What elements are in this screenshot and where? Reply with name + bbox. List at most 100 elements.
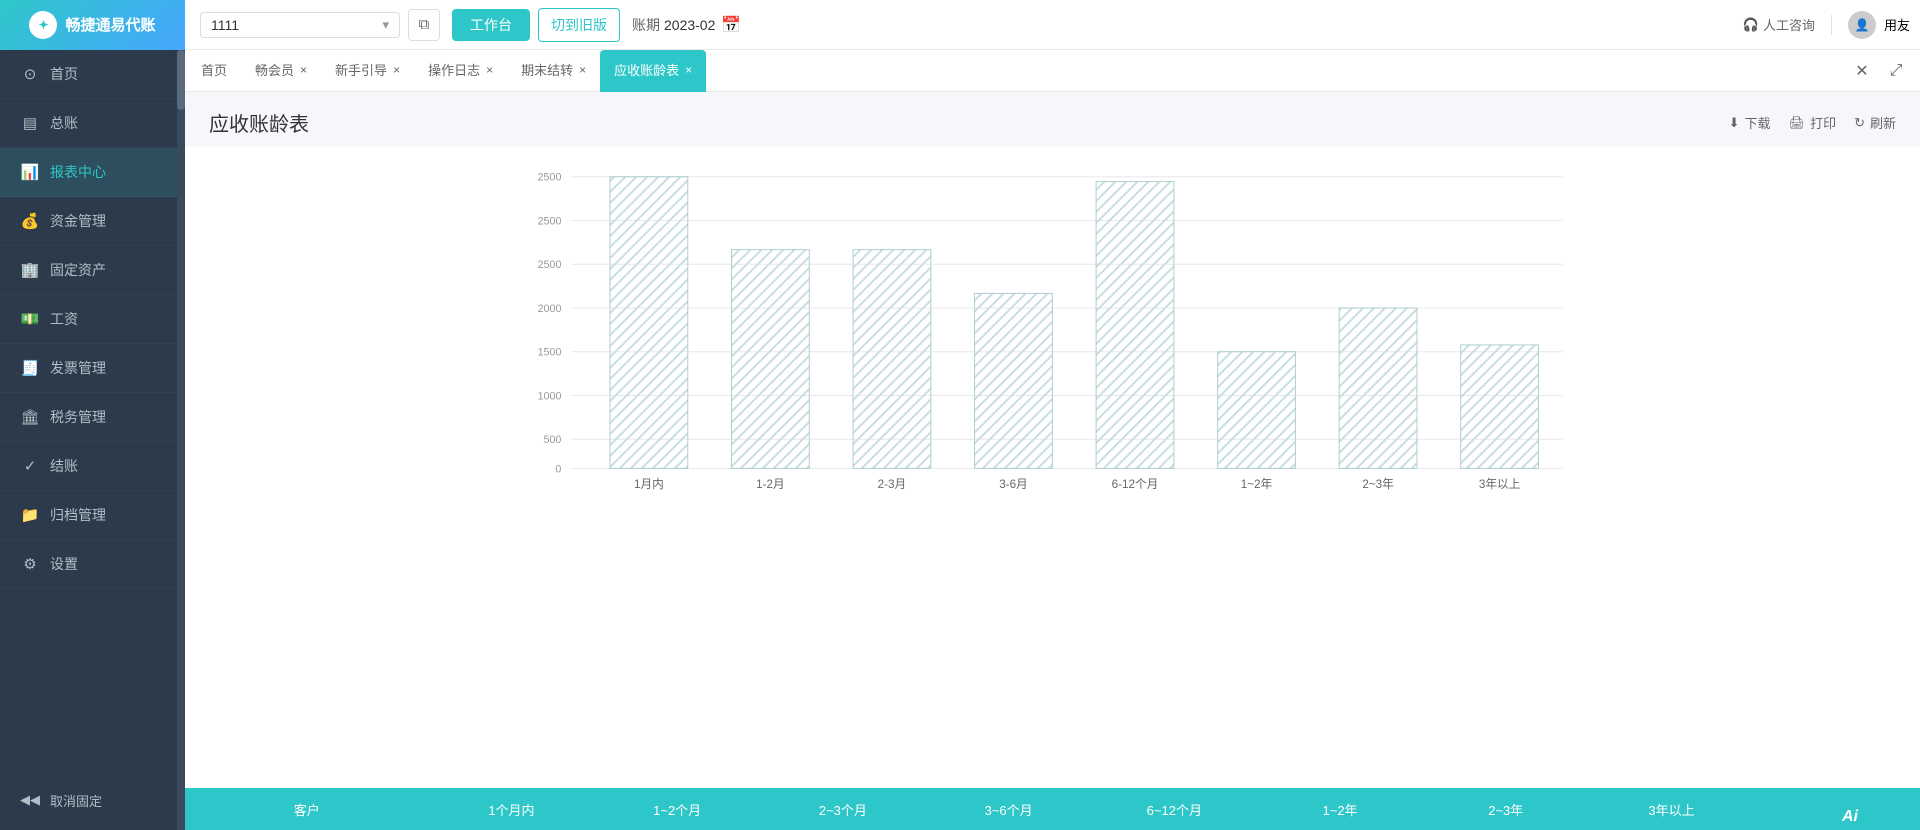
sidebar-item-checkout[interactable]: ✓ 结账 <box>0 442 185 491</box>
tab-close-oplog[interactable]: × <box>486 63 493 77</box>
chart-container: 2500 2500 2500 2000 1500 1000 500 0 <box>185 147 1920 788</box>
download-button[interactable]: ⬇ 下载 <box>1729 113 1771 132</box>
svg-text:2000: 2000 <box>538 303 562 315</box>
table-header-col-1: 1个月内 <box>429 800 595 819</box>
sidebar-label-checkout: 结账 <box>50 456 78 476</box>
sidebar-item-invoice[interactable]: 🧾 发票管理 <box>0 344 185 393</box>
sidebar-item-home[interactable]: ⊙ 首页 <box>0 50 185 99</box>
close-tab-button[interactable]: ✕ <box>1848 57 1876 85</box>
table-header-col-2: 1~2个月 <box>594 800 760 819</box>
tab-guide[interactable]: 新手引导 × <box>321 50 414 92</box>
sidebar-icon-archive: 📁 <box>20 505 40 525</box>
sidebar: ⊙ 首页 ▤ 总账 📊 报表中心 💰 资金管理 🏢 固定资产 💵 工资 🧾 发票… <box>0 50 185 830</box>
svg-text:0: 0 <box>555 463 561 475</box>
tab-close-aging[interactable]: × <box>685 63 692 77</box>
tab-label-aging: 应收账龄表 <box>614 60 679 79</box>
bar-6-12月 <box>1096 182 1174 469</box>
tab-close-guide[interactable]: × <box>393 63 400 77</box>
sidebar-scrollbar[interactable] <box>177 50 185 830</box>
tab-close-member[interactable]: × <box>300 63 307 77</box>
svg-text:1月内: 1月内 <box>634 477 664 491</box>
svg-text:2500: 2500 <box>538 215 562 227</box>
avatar: 👤 <box>1848 11 1876 39</box>
tab-actions: ✕ ⤢ <box>1848 57 1910 85</box>
table-header-col-7: 2~3年 <box>1423 800 1589 819</box>
sidebar-item-finance[interactable]: 💰 资金管理 <box>0 197 185 246</box>
table-header: 客户1个月内1~2个月2~3个月3~6个月6~12个月1~2年2~3年3年以上合… <box>185 788 1920 830</box>
svg-text:2500: 2500 <box>538 172 562 184</box>
bar-1-2年 <box>1218 352 1296 469</box>
period-value: 2023-02 <box>664 17 715 33</box>
sidebar-item-settings[interactable]: ⚙ 设置 <box>0 540 185 589</box>
svg-text:2-3月: 2-3月 <box>878 478 907 491</box>
sidebar-icon-invoice: 🧾 <box>20 358 40 378</box>
sidebar-item-archive[interactable]: 📁 归档管理 <box>0 491 185 540</box>
sidebar-icon-salary: 💵 <box>20 309 40 329</box>
sidebar-icon-finance: 💰 <box>20 211 40 231</box>
sidebar-icon-reports: 📊 <box>20 162 40 182</box>
sidebar-item-assets[interactable]: 🏢 固定资产 <box>0 246 185 295</box>
calendar-icon[interactable]: 📅 <box>721 15 741 35</box>
tab-member[interactable]: 畅会员× <box>241 50 321 92</box>
sidebar-nav: ⊙ 首页 ▤ 总账 📊 报表中心 💰 资金管理 🏢 固定资产 💵 工资 🧾 发票… <box>0 50 185 589</box>
page-header: 应收账龄表 ⬇ 下载 🖨 打印 ↻ 刷新 <box>185 92 1920 147</box>
table-header-col-8: 3年以上 <box>1589 800 1755 819</box>
service-link[interactable]: 🎧 人工咨询 <box>1739 15 1815 34</box>
cancel-fixed-button[interactable]: ◀◀ 取消固定 <box>0 780 185 820</box>
tab-label-oplog: 操作日志 <box>428 60 480 79</box>
user-area[interactable]: 👤 用友 <box>1848 11 1910 39</box>
sidebar-item-reports[interactable]: 📊 报表中心 <box>0 148 185 197</box>
tab-label-home: 首页 <box>201 60 227 79</box>
print-icon: 🖨 <box>1789 115 1806 131</box>
table-header-col-6: 1~2年 <box>1257 800 1423 819</box>
ai-label: Ai <box>1842 808 1858 825</box>
tabs-bar: 首页畅会员× 新手引导 × 操作日志 × 期末结转 × 应收账龄表 × ✕ ⤢ <box>185 50 1920 92</box>
sidebar-icon-settings: ⚙ <box>20 554 40 574</box>
sidebar-item-tax[interactable]: 🏛 税务管理 <box>0 393 185 442</box>
refresh-button[interactable]: ↻ 刷新 <box>1854 113 1896 132</box>
tab-home[interactable]: 首页 <box>195 50 241 92</box>
table-header-col-5: 6~12个月 <box>1091 800 1257 819</box>
sidebar-item-salary[interactable]: 💵 工资 <box>0 295 185 344</box>
switch-old-button[interactable]: 切到旧版 <box>538 8 620 42</box>
refresh-label: 刷新 <box>1870 113 1896 132</box>
tab-period_end[interactable]: 期末结转 × <box>507 50 600 92</box>
maximize-tab-button[interactable]: ⤢ <box>1882 57 1910 85</box>
sidebar-icon-checkout: ✓ <box>20 456 40 476</box>
company-name: 1111 <box>211 17 374 33</box>
table-header-col-0: 客户 <box>185 800 429 819</box>
table-header-col-4: 3~6个月 <box>926 800 1092 819</box>
refresh-icon: ↻ <box>1854 115 1865 131</box>
header-right: 🎧 人工咨询 👤 用友 <box>1739 11 1910 39</box>
print-button[interactable]: 🖨 打印 <box>1789 113 1837 132</box>
user-name: 用友 <box>1884 15 1910 34</box>
tab-aging[interactable]: 应收账龄表 × <box>600 50 706 92</box>
sidebar-label-home: 首页 <box>50 64 78 84</box>
svg-text:1-2月: 1-2月 <box>756 478 785 491</box>
logo-icon: ✦ <box>29 11 57 39</box>
content-area: 首页畅会员× 新手引导 × 操作日志 × 期末结转 × 应收账龄表 × ✕ ⤢ 应收账龄表 ⬇ … <box>185 50 1920 830</box>
page-actions: ⬇ 下载 🖨 打印 ↻ 刷新 <box>1729 113 1896 132</box>
svg-text:6-12个月: 6-12个月 <box>1112 478 1159 491</box>
sidebar-label-tax: 税务管理 <box>50 407 106 427</box>
bar-1-2月 <box>732 250 810 469</box>
svg-text:1500: 1500 <box>538 347 562 359</box>
sidebar-item-ledger[interactable]: ▤ 总账 <box>0 99 185 148</box>
sidebar-label-assets: 固定资产 <box>50 260 106 280</box>
tab-oplog[interactable]: 操作日志 × <box>414 50 507 92</box>
svg-text:2~3年: 2~3年 <box>1362 477 1394 491</box>
tab-label-period_end: 期末结转 <box>521 60 573 79</box>
divider <box>1831 15 1832 35</box>
workbench-button[interactable]: 工作台 <box>452 9 530 41</box>
sidebar-icon-tax: 🏛 <box>20 407 40 427</box>
tab-label-guide: 新手引导 <box>335 60 387 79</box>
bar-2-3月 <box>853 250 931 469</box>
page-title: 应收账龄表 <box>209 108 309 137</box>
bar-3-6月 <box>975 293 1053 468</box>
tab-close-period_end[interactable]: × <box>579 63 586 77</box>
sidebar-label-finance: 资金管理 <box>50 211 106 231</box>
company-selector[interactable]: 1111 ▾ <box>200 12 400 38</box>
copy-button[interactable]: ⧉ <box>408 9 440 41</box>
sidebar-icon-home: ⊙ <box>20 64 40 84</box>
sidebar-label-archive: 归档管理 <box>50 505 106 525</box>
